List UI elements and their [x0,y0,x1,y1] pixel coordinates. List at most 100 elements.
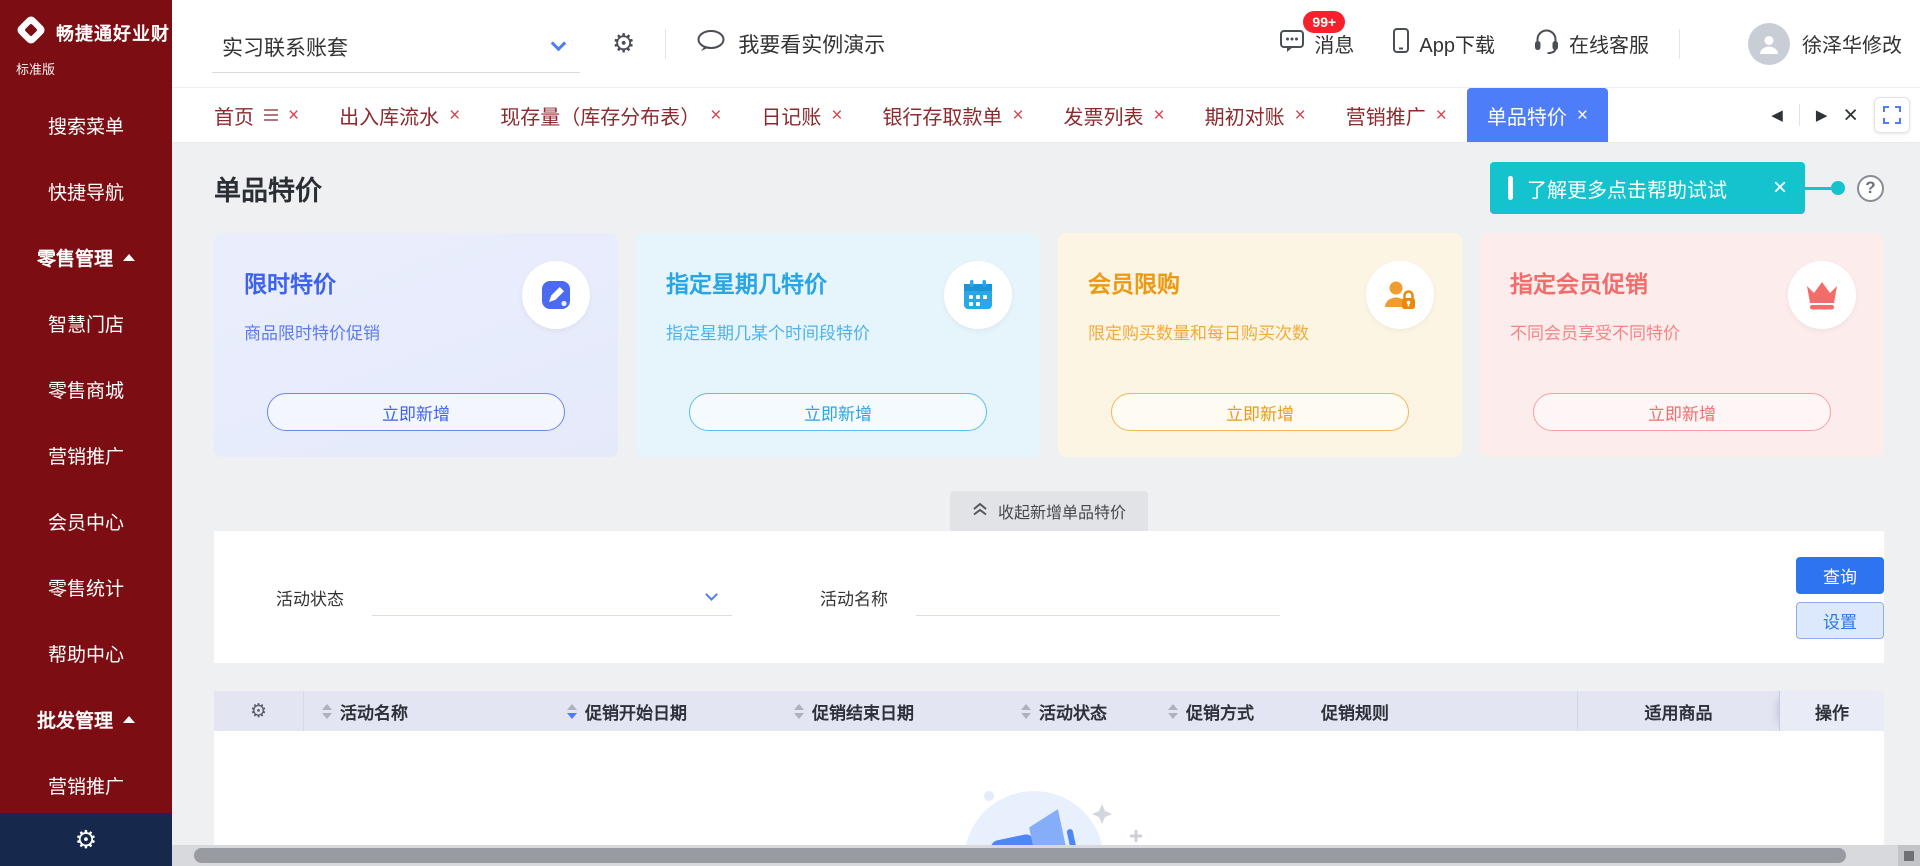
sort-carets-icon [794,703,804,719]
sidebar-item-label: 营销推广 [47,776,124,798]
logo-block[interactable]: 畅捷通好业财 标准版 [0,0,172,88]
activity-name-label: 活动名称 [820,589,888,609]
tab-close-icon[interactable]: × [288,106,299,125]
promo-card-member-promo: 指定会员促销 不同会员享受不同特价 立即新增 [1480,233,1884,457]
add-limited-time-button[interactable]: 立即新增 [267,393,565,431]
chevron-down-icon [705,588,718,601]
column-header-promo-rule: 促销规则 [1303,691,1577,731]
promo-cards-row: 限时特价 商品限时特价促销 立即新增 指定星期几特价 指定星期几某个时间段特价 … [214,233,1884,457]
add-member-promo-button[interactable]: 立即新增 [1533,393,1831,431]
demo-link-label: 我要看实例演示 [738,33,886,57]
tab-close-icon[interactable]: × [1577,106,1588,125]
sort-carets-icon [567,703,577,719]
tab-controls: ◀ ▶ × [1771,88,1920,142]
tab-close-icon[interactable]: × [1436,106,1447,125]
tab-scroll-left-button[interactable]: ◀ [1771,106,1783,124]
main-content: 单品特价 了解更多点击帮助试试 × ? 限时特价 商品限时特价促销 立即新增 指… [172,143,1920,866]
sidebar-section-label: 零售管理 [36,248,113,270]
add-weekday-special-button[interactable]: 立即新增 [689,393,987,431]
account-set-select[interactable]: 实习联系账套 [212,23,580,73]
demo-link[interactable]: 我要看实例演示 [696,29,885,59]
sidebar-section-wholesale[interactable]: 批发管理 [0,686,172,752]
banner-close-icon[interactable]: × [1773,176,1787,200]
avatar[interactable] [1748,22,1790,65]
sidebar-item-member-center[interactable]: 会员中心 [0,488,172,554]
tab-label: 发票列表 [1063,106,1144,129]
pencil-badge-icon [522,261,590,329]
column-header-promo-end-date[interactable]: 促销结束日期 [776,691,1003,731]
sidebar-menu: 搜索菜单 快捷导航 零售管理 智慧门店 零售商城 营销推广 会员中心 零售统计 … [0,88,172,818]
tab-single-item-special[interactable]: 单品特价 × [1466,88,1608,142]
username[interactable]: 徐泽华修改 [1802,29,1902,58]
tab-invoice-list[interactable]: 发票列表 × [1044,88,1185,142]
sidebar-item-label: 搜索菜单 [47,116,124,138]
messages-button[interactable]: 99+ 消息 [1279,11,1354,59]
tab-initial-reconciliation[interactable]: 期初对账 × [1185,88,1326,142]
tab-close-icon[interactable]: × [449,106,460,125]
tab-label: 银行存取款单 [882,106,1003,129]
sidebar-item-retail-mall[interactable]: 零售商城 [0,356,172,422]
banner-connector [1805,186,1831,190]
message-count-badge: 99+ [1303,11,1346,33]
sidebar-item-label: 快捷导航 [47,182,124,204]
add-member-limit-button[interactable]: 立即新增 [1111,393,1409,431]
sidebar-item-smart-store[interactable]: 智慧门店 [0,290,172,356]
close-all-tabs-button[interactable]: × [1843,102,1858,128]
tab-close-icon[interactable]: × [831,106,842,125]
sidebar-item-search-menu[interactable]: 搜索菜单 [0,92,172,158]
sidebar-item-help-center[interactable]: 帮助中心 [0,620,172,686]
tab-marketing-promo[interactable]: 营销推广 × [1326,88,1467,142]
tab-label: 现存量（库存分布表） [500,106,701,129]
activity-status-select[interactable] [372,578,732,616]
scrollbar-thumb[interactable] [194,848,1846,863]
sidebar-item-label: 零售商城 [47,380,124,402]
column-header-activity-name[interactable]: 活动名称 [304,691,549,731]
tab-scroll-right-button[interactable]: ▶ [1816,106,1828,124]
sidebar: 畅捷通好业财 标准版 搜索菜单 快捷导航 零售管理 智慧门店 零售商城 营销推广… [0,0,172,866]
column-label: 适用商品 [1644,703,1713,723]
table-column-settings-gear[interactable]: ⚙ [214,691,304,731]
column-header-activity-status[interactable]: 活动状态 [1003,691,1150,731]
tab-bank-deposit[interactable]: 银行存取款单 × [862,88,1043,142]
divider [665,28,667,59]
column-header-promo-start-date[interactable]: 促销开始日期 [549,691,776,731]
topbar-right: 99+ 消息 App下载 在线客服 徐泽华修改 [1241,11,1902,65]
sidebar-item-marketing[interactable]: 营销推广 [0,422,172,488]
horizontal-scrollbar[interactable] [172,845,1920,866]
settings-button[interactable]: 设置 [1796,602,1884,639]
fullscreen-button[interactable] [1874,97,1910,133]
empty-state-megaphone-illustration [934,776,1164,851]
chevron-down-icon [550,35,567,51]
topbar: 实习联系账套 ⚙ 我要看实例演示 99+ 消息 App下载 在线客服 徐泽华修改 [172,0,1920,88]
tab-menu-icon[interactable] [264,104,278,127]
sidebar-item-wholesale-marketing[interactable]: 营销推广 [0,752,172,818]
sidebar-item-retail-stats[interactable]: 零售统计 [0,554,172,620]
activity-name-input[interactable] [916,578,1280,616]
column-label: 操作 [1815,703,1849,723]
app-download-button[interactable]: App下载 [1392,27,1495,60]
query-button[interactable]: 查询 [1796,557,1884,594]
tab-stock-distribution[interactable]: 现存量（库存分布表） × [480,88,741,142]
sidebar-section-retail[interactable]: 零售管理 [0,224,172,290]
sidebar-item-label: 零售统计 [47,578,124,600]
tab-inout-flow[interactable]: 出入库流水 × [319,88,480,142]
tab-close-icon[interactable]: × [1012,106,1023,125]
collapse-toggle-label: 收起新增单品特价 [997,505,1126,522]
help-banner[interactable]: 了解更多点击帮助试试 × [1489,162,1805,214]
tab-close-icon[interactable]: × [1295,106,1306,125]
tab-close-icon[interactable]: × [710,106,721,125]
tab-home[interactable]: 首页 × [194,88,319,142]
sidebar-item-quick-nav[interactable]: 快捷导航 [0,158,172,224]
tab-label: 日记账 [761,106,822,129]
sidebar-settings-gear-icon[interactable]: ⚙ [75,825,97,855]
speech-bubble-icon [696,29,726,59]
column-header-promo-method[interactable]: 促销方式 [1150,691,1303,731]
collapse-new-promo-toggle[interactable]: 收起新增单品特价 [949,491,1148,531]
help-question-button[interactable]: ? [1857,174,1884,202]
tab-close-icon[interactable]: × [1154,106,1165,125]
column-label: 促销规则 [1321,703,1389,723]
column-label: 促销开始日期 [585,703,687,723]
tab-journal[interactable]: 日记账 × [741,88,862,142]
online-service-button[interactable]: 在线客服 [1533,28,1649,60]
account-settings-gear-icon[interactable]: ⚙ [612,28,635,59]
